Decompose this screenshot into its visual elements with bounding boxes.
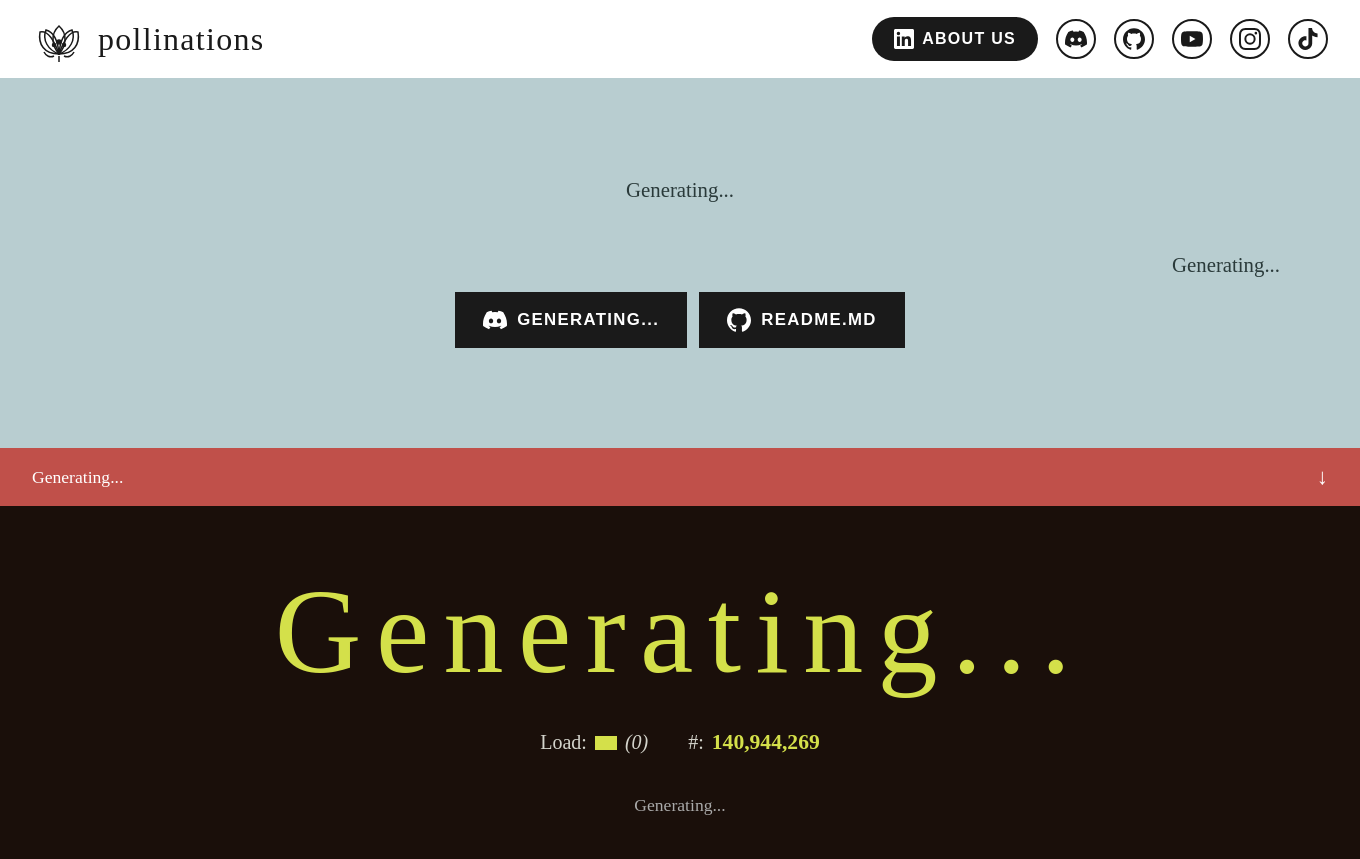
nav-area: ABOUT US — [872, 17, 1328, 61]
big-generating-text: Generating... — [275, 566, 1085, 698]
hero-section: Generating... Generating... GENERATING..… — [0, 78, 1360, 448]
svg-point-2 — [63, 44, 66, 47]
load-stat: Load: (0) — [540, 731, 648, 754]
logo-icon — [32, 12, 86, 66]
github-icon — [1123, 28, 1145, 50]
hash-stat: #: 140,944,269 — [688, 730, 820, 755]
red-bar[interactable]: Generating... ↓ — [0, 448, 1360, 506]
tiktok-social-button[interactable] — [1288, 19, 1328, 59]
linkedin-icon — [894, 29, 914, 49]
dark-section: Generating... Load: (0) #: 140,944,269 G… — [0, 506, 1360, 859]
github-readme-button[interactable]: README.MD — [699, 292, 905, 348]
svg-point-0 — [57, 40, 61, 44]
hash-label: #: — [688, 731, 704, 754]
load-value: (0) — [625, 731, 648, 754]
generating-top-text: Generating... — [626, 178, 734, 202]
instagram-social-button[interactable] — [1230, 19, 1270, 59]
header: pollinations ABOUT US — [0, 0, 1360, 78]
discord-generating-button[interactable]: GENERATING... — [455, 292, 687, 348]
youtube-social-button[interactable] — [1172, 19, 1212, 59]
logo-area: pollinations — [32, 12, 264, 66]
discord-btn-icon — [483, 308, 507, 332]
generating-bottom-text: Generating... — [634, 795, 725, 816]
generating-right-text: Generating... — [1172, 253, 1280, 277]
red-bar-label: Generating... — [32, 467, 123, 488]
hash-number: 140,944,269 — [712, 730, 820, 755]
logo-text: pollinations — [98, 21, 264, 58]
tiktok-icon — [1297, 28, 1319, 50]
discord-social-button[interactable] — [1056, 19, 1096, 59]
hero-buttons: GENERATING... README.MD — [455, 292, 905, 348]
about-us-button[interactable]: ABOUT US — [872, 17, 1038, 61]
github-social-button[interactable] — [1114, 19, 1154, 59]
load-square-indicator — [595, 736, 617, 750]
github-btn-icon — [727, 308, 751, 332]
instagram-icon — [1239, 28, 1261, 50]
stats-row: Load: (0) #: 140,944,269 — [540, 730, 820, 755]
youtube-icon — [1181, 28, 1203, 50]
discord-icon — [1065, 28, 1087, 50]
red-bar-arrow: ↓ — [1317, 464, 1328, 490]
svg-point-1 — [53, 44, 56, 47]
load-label: Load: — [540, 731, 587, 754]
